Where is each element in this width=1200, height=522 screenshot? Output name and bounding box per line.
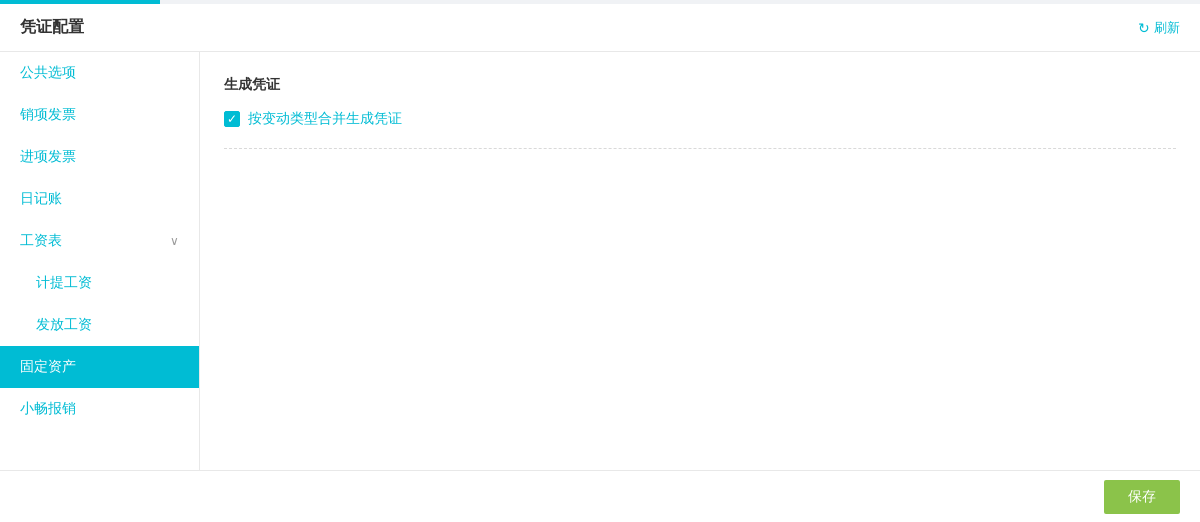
- page-footer: 保存: [0, 470, 1200, 522]
- content-area: 公共选项销项发票进项发票日记账工资表 ∨ 计提工资发放工资固定资产小畅报销 生成凭证…: [0, 52, 1200, 470]
- chevron-down-icon: ∨: [170, 234, 179, 248]
- sidebar-item-label: 计提工资: [36, 274, 92, 292]
- page-wrapper: 凭证配置 ↻ 刷新 公共选项销项发票进项发票日记账工资表 ∨ 计提工资发放工资固定资…: [0, 0, 1200, 522]
- sidebar-item-label: 进项发票: [20, 148, 76, 166]
- sidebar: 公共选项销项发票进项发票日记账工资表 ∨ 计提工资发放工资固定资产小畅报销: [0, 52, 200, 470]
- sidebar-item-payroll-dist[interactable]: 发放工资: [0, 304, 199, 346]
- checkmark-icon: ✓: [227, 113, 237, 125]
- page-title: 凭证配置: [20, 17, 84, 38]
- section-title: 生成凭证: [224, 76, 1176, 94]
- sidebar-item-label: 销项发票: [20, 106, 76, 124]
- page-header: 凭证配置 ↻ 刷新: [0, 4, 1200, 52]
- sidebar-item-label: 发放工资: [36, 316, 92, 334]
- sidebar-item-fixed-assets[interactable]: 固定资产: [0, 346, 199, 388]
- merge-voucher-checkbox[interactable]: ✓: [224, 111, 240, 127]
- sidebar-item-public-options[interactable]: 公共选项: [0, 52, 199, 94]
- merge-voucher-row: ✓ 按变动类型合并生成凭证: [224, 110, 1176, 128]
- sidebar-item-purchase-invoice[interactable]: 进项发票: [0, 136, 199, 178]
- sidebar-item-label: 小畅报销: [20, 400, 76, 418]
- refresh-label: 刷新: [1154, 19, 1180, 37]
- merge-voucher-label: 按变动类型合并生成凭证: [248, 110, 402, 128]
- refresh-button[interactable]: ↻ 刷新: [1138, 19, 1180, 37]
- main-content: 生成凭证 ✓ 按变动类型合并生成凭证: [200, 52, 1200, 470]
- sidebar-item-label: 公共选项: [20, 64, 76, 82]
- save-button[interactable]: 保存: [1104, 480, 1180, 514]
- sidebar-item-label: 工资表: [20, 232, 62, 250]
- sidebar-item-payroll-table[interactable]: 工资表 ∨: [0, 220, 199, 262]
- sidebar-item-journal[interactable]: 日记账: [0, 178, 199, 220]
- sidebar-item-sales-invoice[interactable]: 销项发票: [0, 94, 199, 136]
- refresh-icon: ↻: [1138, 20, 1150, 36]
- sidebar-item-payroll-calc[interactable]: 计提工资: [0, 262, 199, 304]
- section-divider: [224, 148, 1176, 149]
- sidebar-item-label: 固定资产: [20, 358, 76, 376]
- sidebar-item-label: 日记账: [20, 190, 62, 208]
- sidebar-item-expense-report[interactable]: 小畅报销: [0, 388, 199, 430]
